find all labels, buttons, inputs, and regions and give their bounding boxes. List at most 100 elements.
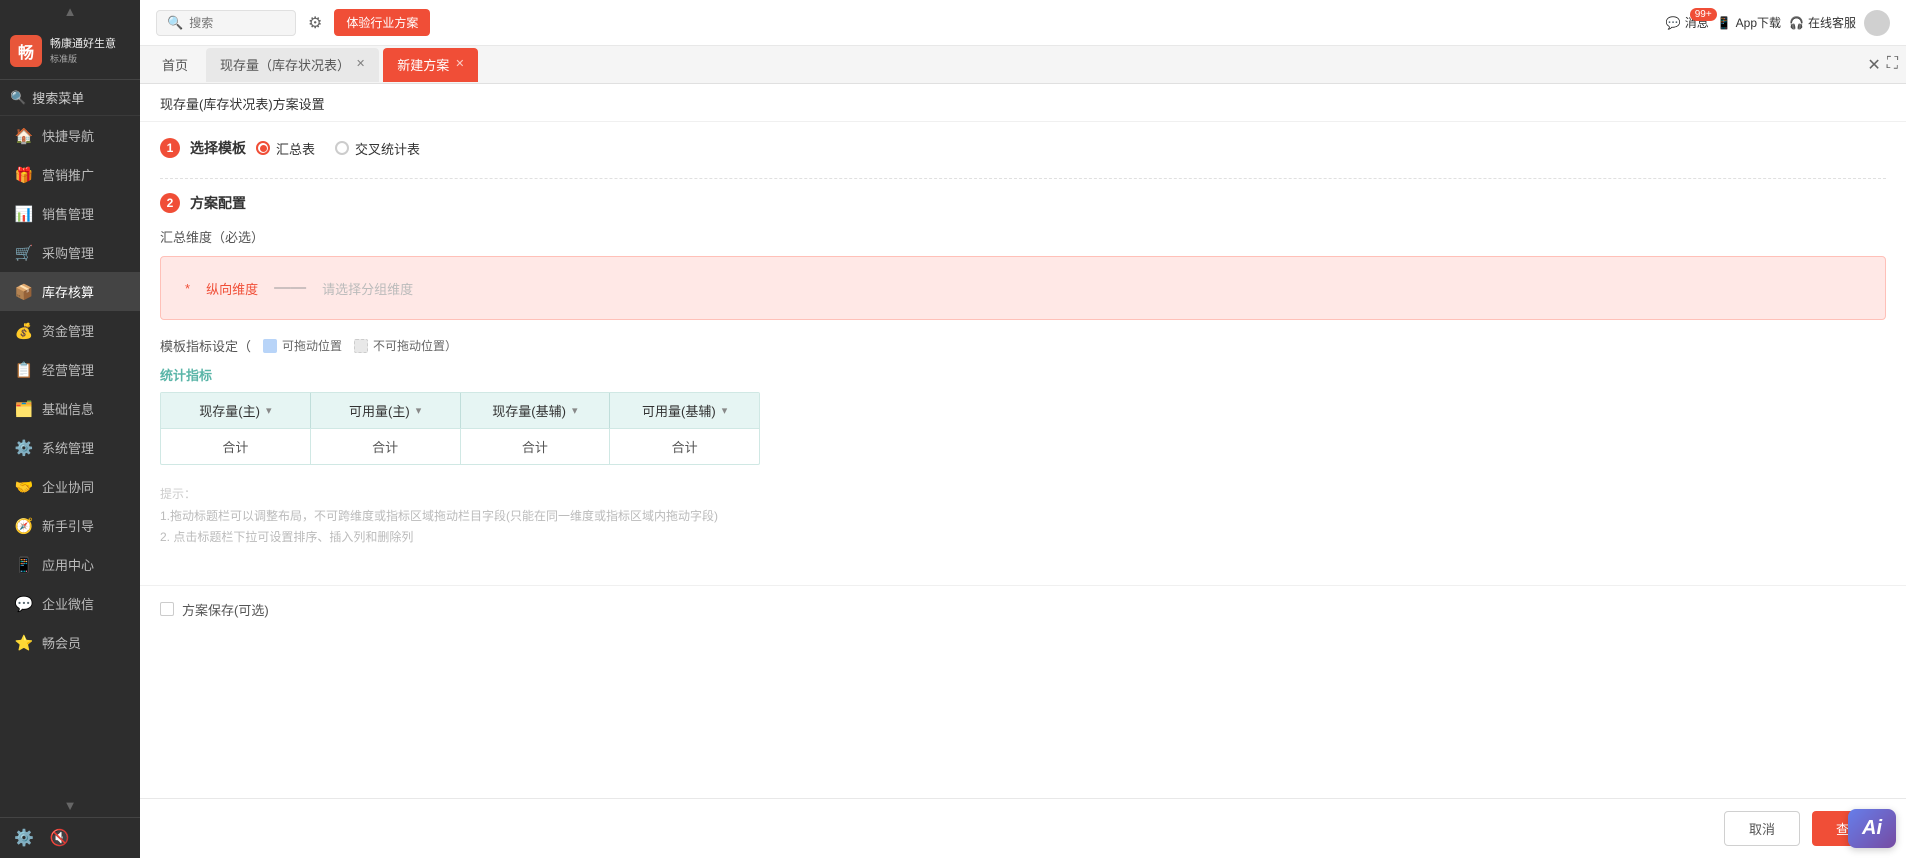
settings-icon[interactable]: ⚙️	[14, 828, 34, 848]
headset-icon: 🎧	[1789, 16, 1804, 30]
stats-table-header: 现存量(主) ▾ 可用量(主) ▾ 现存量(基辅) ▾	[161, 393, 759, 428]
messages-badge: 99+	[1690, 8, 1717, 21]
save-checkbox[interactable]	[160, 602, 174, 616]
app-icon: 📱	[1717, 16, 1732, 30]
main-content: 🔍 ⚙ 体验行业方案 💬 消息 99+ 📱 App下载 🎧 在线客服	[140, 0, 1906, 858]
tab-inventory[interactable]: 现存量（库存状况表） ✕	[206, 48, 379, 82]
phone-icon: 📱	[14, 556, 34, 574]
messages-button[interactable]: 💬 消息 99+	[1666, 14, 1709, 31]
radio-cross[interactable]: 交叉统计表	[335, 139, 420, 158]
tabs-bar: 首页 现存量（库存状况表） ✕ 新建方案 ✕ ✕ ⛶	[140, 46, 1906, 84]
radio-summary[interactable]: 汇总表	[256, 139, 315, 158]
gift-icon: 🎁	[14, 166, 34, 184]
sidebar-item-inventory[interactable]: 📦 库存核算	[0, 272, 140, 311]
radio-cross-circle	[335, 141, 349, 155]
sidebar-item-purchase[interactable]: 🛒 采购管理	[0, 233, 140, 272]
user-avatar[interactable]	[1864, 10, 1890, 36]
hint-2: 2. 点击标题栏下拉可设置排序、插入列和删除列	[160, 527, 1886, 549]
col-header-2[interactable]: 可用量(主) ▾	[311, 393, 461, 428]
save-checkbox-label: 方案保存(可选)	[182, 600, 269, 619]
online-service-button[interactable]: 🎧 在线客服	[1789, 14, 1856, 31]
sidebar-footer: ⚙️ 🔇	[0, 817, 140, 858]
sidebar-scroll-up[interactable]: ▲	[0, 0, 140, 23]
indicator-label: 模板指标设定（ 可拖动位置 不可拖动位置）	[160, 336, 1886, 355]
tab-expand[interactable]: ⛶	[1887, 55, 1898, 75]
message-icon: 💬	[1666, 16, 1681, 30]
sidebar-item-system[interactable]: ⚙️ 系统管理	[0, 428, 140, 467]
step1-title: 1 选择模板 汇总表 交叉统计表	[160, 138, 1886, 158]
footer-actions: 取消 查询	[140, 798, 1906, 858]
topbar-gear-icon[interactable]: ⚙	[308, 13, 322, 33]
industry-button[interactable]: 体验行业方案	[334, 9, 430, 36]
step1-num: 1	[160, 138, 180, 158]
draggable-tag-box	[263, 339, 277, 353]
chevron-down-icon-1: ▾	[266, 404, 272, 417]
sidebar-item-operations[interactable]: 📋 经营管理	[0, 350, 140, 389]
hints-section: 提示： 1.拖动标题栏可以调整布局，不可跨维度或指标区域拖动栏目字段(只能在同一…	[160, 484, 1886, 549]
hint-1: 1.拖动标题栏可以调整布局，不可跨维度或指标区域拖动栏目字段(只能在同一维度或指…	[160, 506, 1886, 528]
sidebar-item-guide[interactable]: 🧭 新手引导	[0, 506, 140, 545]
topbar: 🔍 ⚙ 体验行业方案 💬 消息 99+ 📱 App下载 🎧 在线客服	[140, 0, 1906, 46]
avatar-image	[1864, 10, 1890, 36]
sidebar-item-marketing[interactable]: 🎁 营销推广	[0, 155, 140, 194]
search-input[interactable]	[189, 16, 289, 30]
guide-icon: 🧭	[14, 517, 34, 535]
page-title: 现存量(库存状况表)方案设置	[140, 84, 1906, 122]
sidebar-scroll-down[interactable]: ▼	[0, 794, 140, 817]
sidebar-search[interactable]: 🔍 搜索菜单	[0, 80, 140, 116]
sidebar-item-sales[interactable]: 📊 销售管理	[0, 194, 140, 233]
col-cell-2: 合计	[311, 429, 461, 464]
not-draggable-tag: 不可拖动位置）	[354, 337, 457, 354]
dimension-required-star: *	[185, 281, 190, 296]
chevron-down-icon-3: ▾	[572, 404, 578, 417]
sidebar-item-corp[interactable]: 🤝 企业协同	[0, 467, 140, 506]
tab-inventory-close[interactable]: ✕	[356, 59, 365, 70]
sidebar-logo: 畅 畅康通好生意 标准版	[0, 23, 140, 80]
tab-home[interactable]: 首页	[148, 48, 202, 82]
dimension-label: 汇总维度（必选）	[160, 227, 1886, 246]
step2-title: 2 方案配置	[160, 193, 1886, 213]
home-icon: 🏠	[14, 127, 34, 145]
cart-icon: 🛒	[14, 244, 34, 262]
sidebar-item-finance[interactable]: 💰 资金管理	[0, 311, 140, 350]
cancel-button[interactable]: 取消	[1724, 811, 1800, 846]
dimension-placeholder: 请选择分组维度	[322, 279, 413, 298]
sidebar-item-member[interactable]: ⭐ 畅会员	[0, 623, 140, 662]
tab-new-scheme-close[interactable]: ✕	[455, 59, 464, 70]
handshake-icon: 🤝	[14, 478, 34, 496]
sidebar: ▲ 畅 畅康通好生意 标准版 🔍 搜索菜单 🏠 快捷导航 🎁 营销推广 📊 销售…	[0, 0, 140, 858]
sidebar-item-appstore[interactable]: 📱 应用中心	[0, 545, 140, 584]
step2-num: 2	[160, 193, 180, 213]
topbar-search[interactable]: 🔍	[156, 10, 296, 36]
tab-close-all[interactable]: ✕	[1867, 55, 1880, 75]
gear-icon: ⚙️	[14, 439, 34, 457]
col-cell-1: 合计	[161, 429, 311, 464]
stats-table: 现存量(主) ▾ 可用量(主) ▾ 现存量(基辅) ▾	[160, 392, 760, 465]
indicator-section: 模板指标设定（ 可拖动位置 不可拖动位置） 统计指标	[160, 336, 1886, 549]
app-logo-icon: 畅	[10, 35, 42, 67]
chat-icon: 💬	[14, 595, 34, 613]
sidebar-item-basic[interactable]: 🗂️ 基础信息	[0, 389, 140, 428]
sound-icon[interactable]: 🔇	[50, 828, 70, 848]
sidebar-item-wechat[interactable]: 💬 企业微信	[0, 584, 140, 623]
dimension-row[interactable]: * 纵向维度 —— 请选择分组维度	[160, 256, 1886, 320]
settings-body: 1 选择模板 汇总表 交叉统计表	[140, 122, 1906, 585]
tab-new-scheme[interactable]: 新建方案 ✕	[383, 48, 478, 82]
stats-table-row-1: 合计 合计 合计 合计	[161, 428, 759, 464]
not-draggable-tag-box	[354, 339, 368, 353]
col-cell-3: 合计	[461, 429, 611, 464]
chevron-down-icon-4: ▾	[722, 404, 728, 417]
sidebar-item-shortcut[interactable]: 🏠 快捷导航	[0, 116, 140, 155]
col-header-3[interactable]: 现存量(基辅) ▾	[461, 393, 611, 428]
ai-badge[interactable]: Ai	[1848, 809, 1896, 848]
step2-block: 2 方案配置 汇总维度（必选） * 纵向维度 —— 请选择分组维度 模板指标设定…	[160, 193, 1886, 549]
app-download-button[interactable]: 📱 App下载	[1717, 14, 1781, 31]
search-icon: 🔍	[10, 90, 26, 106]
box-icon: 📦	[14, 283, 34, 301]
col-header-1[interactable]: 现存量(主) ▾	[161, 393, 311, 428]
col-header-4[interactable]: 可用量(基辅) ▾	[610, 393, 759, 428]
divider1	[160, 178, 1886, 179]
folder-icon: 🗂️	[14, 400, 34, 418]
chevron-down-icon-2: ▾	[416, 404, 422, 417]
stats-label: 统计指标	[160, 365, 1886, 384]
